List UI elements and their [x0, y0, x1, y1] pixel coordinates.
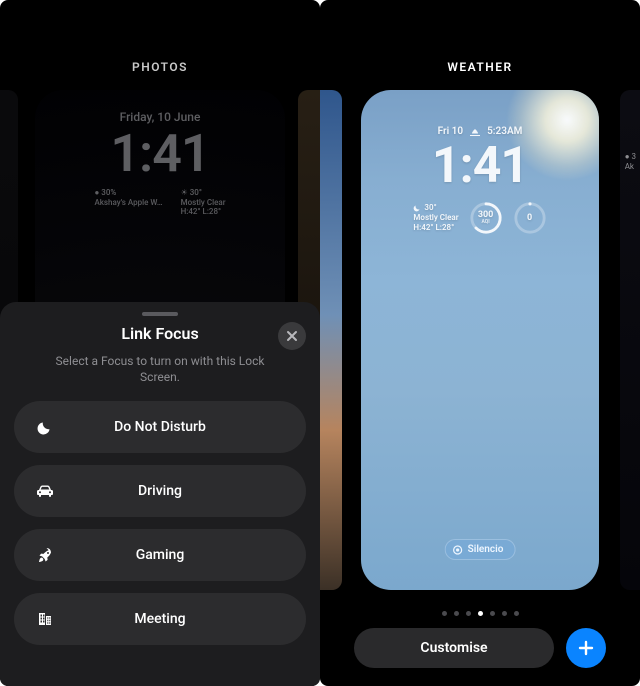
sheet-grabber[interactable] — [142, 312, 178, 316]
page-dot[interactable] — [466, 611, 471, 616]
right-category-title: WEATHER — [320, 60, 640, 74]
lock-date: Friday, 10 June — [35, 110, 285, 124]
conditions-widget: 30° Mostly Clear H:42° L:28° — [413, 203, 458, 233]
focus-chip-icon — [453, 545, 463, 555]
moon-small-icon — [413, 204, 421, 212]
link-focus-sheet: Link Focus Select a Focus to turn on wit… — [0, 302, 320, 686]
focus-item-label: Driving — [34, 483, 286, 499]
focus-driving[interactable]: Driving — [14, 465, 306, 517]
bottom-bar: Customise — [320, 628, 640, 668]
sliver-widget-peek: ● 3 Ak — [625, 152, 636, 171]
sunrise-icon — [469, 127, 481, 137]
lock-clock: 1:41 — [375, 141, 585, 191]
focus-item-label: Gaming — [34, 547, 286, 563]
page-dot[interactable] — [514, 611, 519, 616]
linked-focus-chip[interactable]: Silencio — [445, 539, 516, 560]
page-dot-active[interactable] — [478, 611, 483, 616]
battery-widget: ● 30% Akshay's Apple W… — [94, 188, 162, 217]
prev-wallpaper-sliver — [320, 90, 342, 590]
focus-meeting[interactable]: Meeting — [14, 593, 306, 645]
uv-gauge: 0 — [513, 201, 547, 235]
page-dot[interactable] — [502, 611, 507, 616]
next-wallpaper-sliver: ● 3 Ak — [620, 90, 640, 590]
lock-clock: 1:41 — [35, 128, 285, 180]
lockscreen-overlay: Friday, 10 June 1:41 ● 30% Akshay's Appl… — [35, 110, 285, 217]
sheet-title: Link Focus — [14, 324, 306, 343]
lock-dateline: Fri 10 5:23AM — [375, 126, 585, 137]
focus-item-label: Do Not Disturb — [34, 419, 286, 435]
page-dots[interactable] — [320, 611, 640, 616]
close-icon — [286, 330, 298, 342]
sheet-subtitle: Select a Focus to turn on with this Lock… — [45, 353, 275, 385]
wallpaper-preview[interactable]: Fri 10 5:23AM 1:41 30° Mostly Clear H:42… — [361, 90, 599, 590]
left-pane: PHOTOS Friday, 10 June 1:41 ● 30% Akshay… — [0, 0, 320, 686]
lock-widgets: 30° Mostly Clear H:42° L:28° 300AQI 0 — [375, 201, 585, 235]
page-dot[interactable] — [490, 611, 495, 616]
left-category-title: PHOTOS — [0, 60, 320, 74]
lock-time: 5:23AM — [487, 126, 522, 137]
aqi-gauge: 300AQI — [469, 201, 503, 235]
weather-widget: ☀ 30° Mostly Clear H:42° L:28° — [181, 188, 226, 217]
focus-gaming[interactable]: Gaming — [14, 529, 306, 581]
focus-chip-label: Silencio — [468, 544, 504, 555]
focus-do-not-disturb[interactable]: Do Not Disturb — [14, 401, 306, 453]
plus-icon — [577, 639, 595, 657]
focus-list: Do Not Disturb Driving Gaming Meeting — [14, 401, 306, 645]
focus-item-label: Meeting — [34, 611, 286, 627]
lock-date: Fri 10 — [438, 126, 463, 137]
page-dot[interactable] — [442, 611, 447, 616]
close-button[interactable] — [278, 322, 306, 350]
customise-button[interactable]: Customise — [354, 628, 554, 668]
add-button[interactable] — [566, 628, 606, 668]
page-dot[interactable] — [454, 611, 459, 616]
right-pane: WEATHER ● 3 Ak Fri 10 5:23AM 1:41 30° Mo… — [320, 0, 640, 686]
